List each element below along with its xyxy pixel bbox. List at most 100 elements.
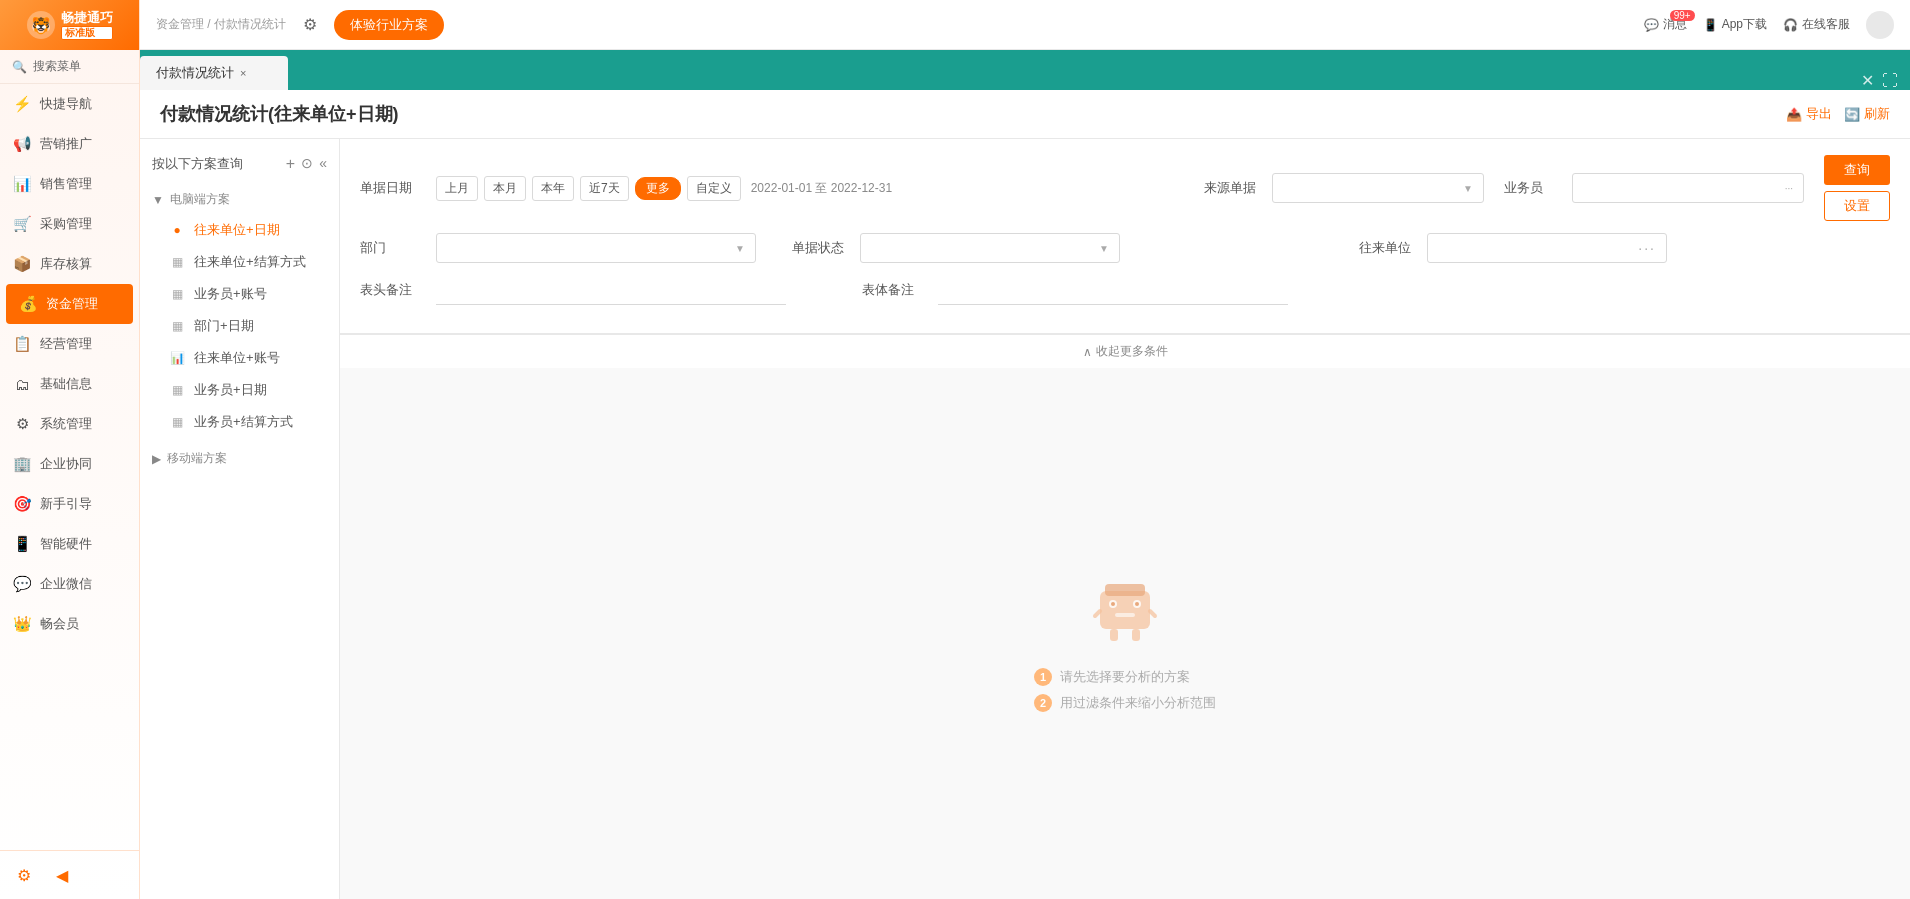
scheme-add-icon[interactable]: + (286, 155, 295, 173)
scheme-settings-icon[interactable]: ⊙ (301, 155, 313, 173)
sidebar-item-enterprise[interactable]: 🏢 企业协同 (0, 444, 139, 484)
date-custom[interactable]: 自定义 (687, 176, 741, 201)
sidebar-item-inventory[interactable]: 📦 库存核算 (0, 244, 139, 284)
close-all-icon[interactable]: ✕ (1861, 71, 1874, 90)
query-button[interactable]: 查询 (1824, 155, 1890, 185)
scheme-item-salesman-date[interactable]: ▦ 业务员+日期 (140, 374, 339, 406)
scheme-item-salesman-settle[interactable]: ▦ 业务员+结算方式 (140, 406, 339, 438)
sidebar-item-sales[interactable]: 📊 销售管理 (0, 164, 139, 204)
salesman-select-arrow: ··· (1785, 183, 1793, 194)
online-service-button[interactable]: 🎧 在线客服 (1783, 16, 1850, 33)
search-icon: 🔍 (12, 60, 27, 74)
app-download-label: App下载 (1722, 16, 1767, 33)
scheme-item-icon-salesman-settle: ▦ (168, 413, 186, 431)
data-area: 1 请先选择要分析的方案 2 用过滤条件来缩小分析范围 (340, 368, 1910, 899)
source-select[interactable]: ▼ (1272, 173, 1484, 203)
sidebar-item-purchase[interactable]: 🛒 采购管理 (0, 204, 139, 244)
collapse-sidebar-icon[interactable]: ◀ (48, 861, 76, 889)
header-note-input[interactable] (436, 275, 786, 305)
sidebar-item-marketing[interactable]: 📢 营销推广 (0, 124, 139, 164)
tab-receipt-stat[interactable]: 收款情况统计× (140, 0, 288, 22)
sidebar-nav: ⚡ 快捷导航 📢 营销推广 📊 销售管理 🛒 采购管理 📦 库存核算 💰 资金管… (0, 84, 139, 644)
refresh-button[interactable]: 🔄 刷新 (1844, 105, 1890, 123)
sidebar-item-system[interactable]: ⚙ 系统管理 (0, 404, 139, 444)
tab-close-receipt-stat[interactable]: × (240, 0, 246, 11)
date-last-7-days[interactable]: 近7天 (580, 176, 629, 201)
header-settings-icon[interactable]: ⚙ (296, 11, 324, 39)
scheme-item-icon-dept-date: ▦ (168, 317, 186, 335)
date-options: 上月 本月 本年 近7天 更多 自定义 2022-01-01 至 2022-12… (436, 176, 892, 201)
scheme-item-partner-account[interactable]: 📊 往来单位+账号 (140, 342, 339, 374)
mobile-scheme-section: ▶ 移动端方案 (140, 444, 339, 473)
right-panel: 单据日期 上月 本月 本年 近7天 更多 自定义 2022-01-01 至 20… (340, 139, 1910, 899)
scheme-item-label-salesman-settle: 业务员+结算方式 (194, 413, 293, 431)
sidebar-item-basic[interactable]: 🗂 基础信息 (0, 364, 139, 404)
user-avatar[interactable] (1866, 11, 1894, 39)
scheme-items: ● 往来单位+日期 ▦ 往来单位+结算方式 ▦ 业务员+账号 ▦ 部门+日期 📊… (140, 214, 339, 438)
status-select[interactable]: ▼ (860, 233, 1120, 263)
partner-select[interactable]: ··· (1427, 233, 1667, 263)
tab-label-new-scheme: 新建方案 (156, 30, 208, 48)
sidebar-item-operations[interactable]: 📋 经营管理 (0, 324, 139, 364)
tab-close-new-scheme[interactable]: × (214, 33, 220, 45)
collapse-bar[interactable]: ∧ 收起更多条件 (340, 334, 1910, 368)
expand-icon[interactable]: ⛶ (1882, 72, 1898, 90)
date-this-year[interactable]: 本年 (532, 176, 574, 201)
date-this-month[interactable]: 本月 (484, 176, 526, 201)
sidebar-item-member[interactable]: 👑 畅会员 (0, 604, 139, 644)
filter-row-2: 部门 ▼ 单据状态 ▼ 往来单 (360, 233, 1890, 263)
salesman-select[interactable]: ··· (1572, 173, 1804, 203)
sidebar-item-label-purchase: 采购管理 (40, 215, 92, 233)
tab-payment-stat[interactable]: 付款情况统计× (140, 56, 288, 90)
sidebar-search[interactable]: 🔍 搜索菜单 (0, 50, 139, 84)
export-label: 导出 (1806, 105, 1832, 123)
mobile-scheme-title[interactable]: ▶ 移动端方案 (140, 444, 339, 473)
svg-rect-8 (1132, 629, 1140, 641)
tab-close-payment-stat[interactable]: × (240, 67, 246, 79)
scheme-item-dept-date[interactable]: ▦ 部门+日期 (140, 310, 339, 342)
date-range-text: 2022-01-01 至 2022-12-31 (751, 180, 892, 197)
body-note-input[interactable] (938, 275, 1288, 305)
scheme-item-partner-date[interactable]: ● 往来单位+日期 (140, 214, 339, 246)
sidebar-item-icon-enterprise: 🏢 (12, 454, 32, 474)
sidebar-item-label-wechat: 企业微信 (40, 575, 92, 593)
message-icon: 💬 (1644, 18, 1659, 32)
sidebar-item-wechat[interactable]: 💬 企业微信 (0, 564, 139, 604)
content-area: 付款情况统计(往来单位+日期) 📤 导出 🔄 刷新 按以下方案查询 + (140, 90, 1910, 899)
mobile-section-label: 移动端方案 (167, 450, 227, 467)
hint-num-2: 2 (1034, 694, 1052, 712)
sidebar-item-capital[interactable]: 💰 资金管理 (6, 284, 133, 324)
date-last-month[interactable]: 上月 (436, 176, 478, 201)
scheme-item-label-partner-settle: 往来单位+结算方式 (194, 253, 306, 271)
trial-button[interactable]: 体验行业方案 (334, 10, 444, 40)
sidebar-item-label-hardware: 智能硬件 (40, 535, 92, 553)
scheme-item-partner-settle[interactable]: ▦ 往来单位+结算方式 (140, 246, 339, 278)
tab-new-scheme[interactable]: 新建方案 × (140, 22, 288, 56)
page-title: 付款情况统计(往来单位+日期) (160, 102, 399, 126)
sidebar-item-label-enterprise: 企业协同 (40, 455, 92, 473)
svg-rect-1 (1105, 584, 1145, 596)
settings-button[interactable]: 设置 (1824, 191, 1890, 221)
scheme-item-icon-salesman-account: ▦ (168, 285, 186, 303)
sidebar-item-icon-basic: 🗂 (12, 374, 32, 394)
settings-bottom-icon[interactable]: ⚙ (10, 861, 38, 889)
export-button[interactable]: 📤 导出 (1786, 105, 1832, 123)
svg-rect-0 (1100, 591, 1150, 629)
header-right: 💬 消息 99+ 📱 App下载 🎧 在线客服 (1644, 11, 1894, 39)
sidebar-item-quick-nav[interactable]: ⚡ 快捷导航 (0, 84, 139, 124)
scheme-collapse-icon[interactable]: « (319, 155, 327, 173)
tab-bar-right: ✕ ⛶ (1861, 71, 1910, 90)
pc-scheme-title[interactable]: ▼ 电脑端方案 (140, 185, 339, 214)
sidebar-logo: 🐯 畅捷通巧 标准版 (0, 0, 139, 50)
sidebar-item-guide[interactable]: 🎯 新手引导 (0, 484, 139, 524)
date-more[interactable]: 更多 (635, 177, 681, 200)
app-download-button[interactable]: 📱 App下载 (1703, 16, 1767, 33)
online-service-label: 在线客服 (1802, 16, 1850, 33)
message-button[interactable]: 💬 消息 99+ (1644, 16, 1687, 33)
scheme-item-label-partner-account: 往来单位+账号 (194, 349, 280, 367)
scheme-item-salesman-account[interactable]: ▦ 业务员+账号 (140, 278, 339, 310)
pc-scheme-section: ▼ 电脑端方案 ● 往来单位+日期 ▦ 往来单位+结算方式 ▦ 业务员+账号 ▦… (140, 185, 339, 438)
sidebar-item-hardware[interactable]: 📱 智能硬件 (0, 524, 139, 564)
dept-select[interactable]: ▼ (436, 233, 756, 263)
scheme-panel-header: 按以下方案查询 + ⊙ « (140, 149, 339, 179)
